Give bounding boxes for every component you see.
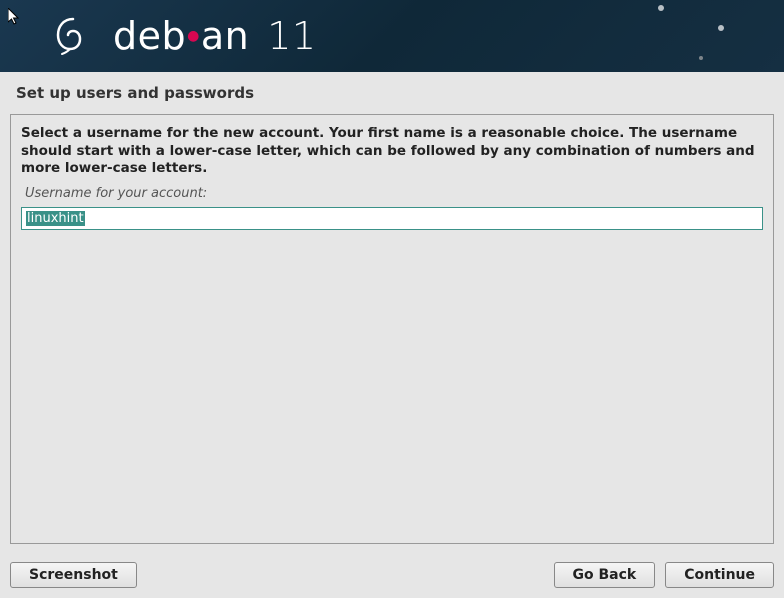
continue-button[interactable]: Continue bbox=[665, 562, 774, 588]
screenshot-button[interactable]: Screenshot bbox=[10, 562, 137, 588]
installer-header: deb●an 11 bbox=[0, 0, 784, 72]
go-back-button[interactable]: Go Back bbox=[554, 562, 656, 588]
content-panel: Select a username for the new account. Y… bbox=[10, 114, 774, 544]
debian-swirl-icon bbox=[48, 11, 98, 61]
step-title: Set up users and passwords bbox=[0, 72, 784, 114]
cursor-icon bbox=[8, 8, 22, 26]
instruction-text: Select a username for the new account. Y… bbox=[21, 125, 763, 178]
button-bar: Screenshot Go Back Continue bbox=[10, 562, 774, 588]
username-label: Username for your account: bbox=[25, 186, 763, 201]
version-label: 11 bbox=[267, 14, 316, 58]
username-input[interactable]: linuxhint bbox=[21, 207, 763, 230]
debian-wordmark: deb●an 11 bbox=[113, 14, 317, 58]
